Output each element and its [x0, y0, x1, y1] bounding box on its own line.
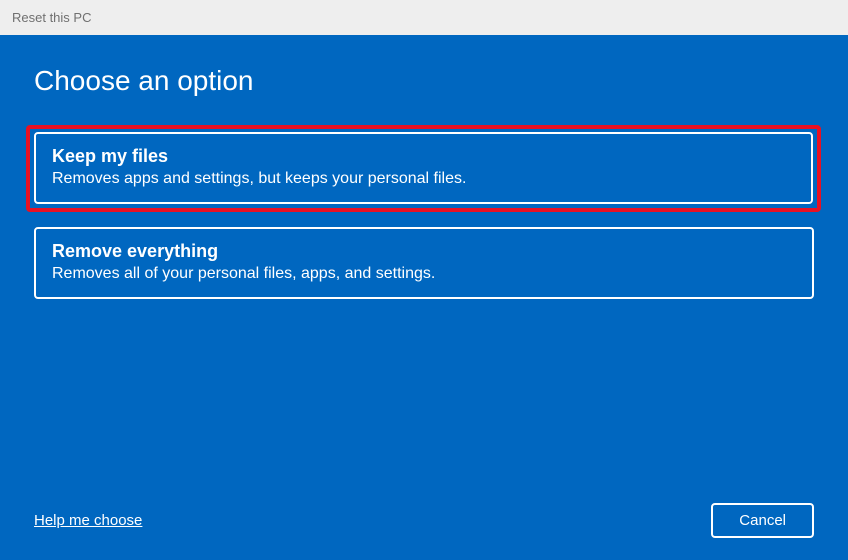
- keep-files-highlight: Keep my files Removes apps and settings,…: [26, 125, 821, 212]
- footer: Help me choose Cancel: [34, 503, 814, 538]
- option-remove-everything[interactable]: Remove everything Removes all of your pe…: [34, 227, 814, 299]
- options-list: Keep my files Removes apps and settings,…: [34, 125, 814, 299]
- option-keep-files-title: Keep my files: [52, 146, 795, 167]
- option-remove-desc: Removes all of your personal files, apps…: [52, 265, 796, 283]
- title-bar: Reset this PC: [0, 0, 848, 35]
- option-keep-files-desc: Removes apps and settings, but keeps you…: [52, 170, 795, 188]
- help-me-choose-link[interactable]: Help me choose: [34, 512, 142, 529]
- title-bar-text: Reset this PC: [12, 10, 91, 25]
- main-content: Choose an option Keep my files Removes a…: [0, 35, 848, 560]
- option-keep-my-files[interactable]: Keep my files Removes apps and settings,…: [34, 132, 813, 204]
- cancel-button[interactable]: Cancel: [711, 503, 814, 538]
- option-remove-title: Remove everything: [52, 241, 796, 262]
- page-title: Choose an option: [34, 65, 814, 97]
